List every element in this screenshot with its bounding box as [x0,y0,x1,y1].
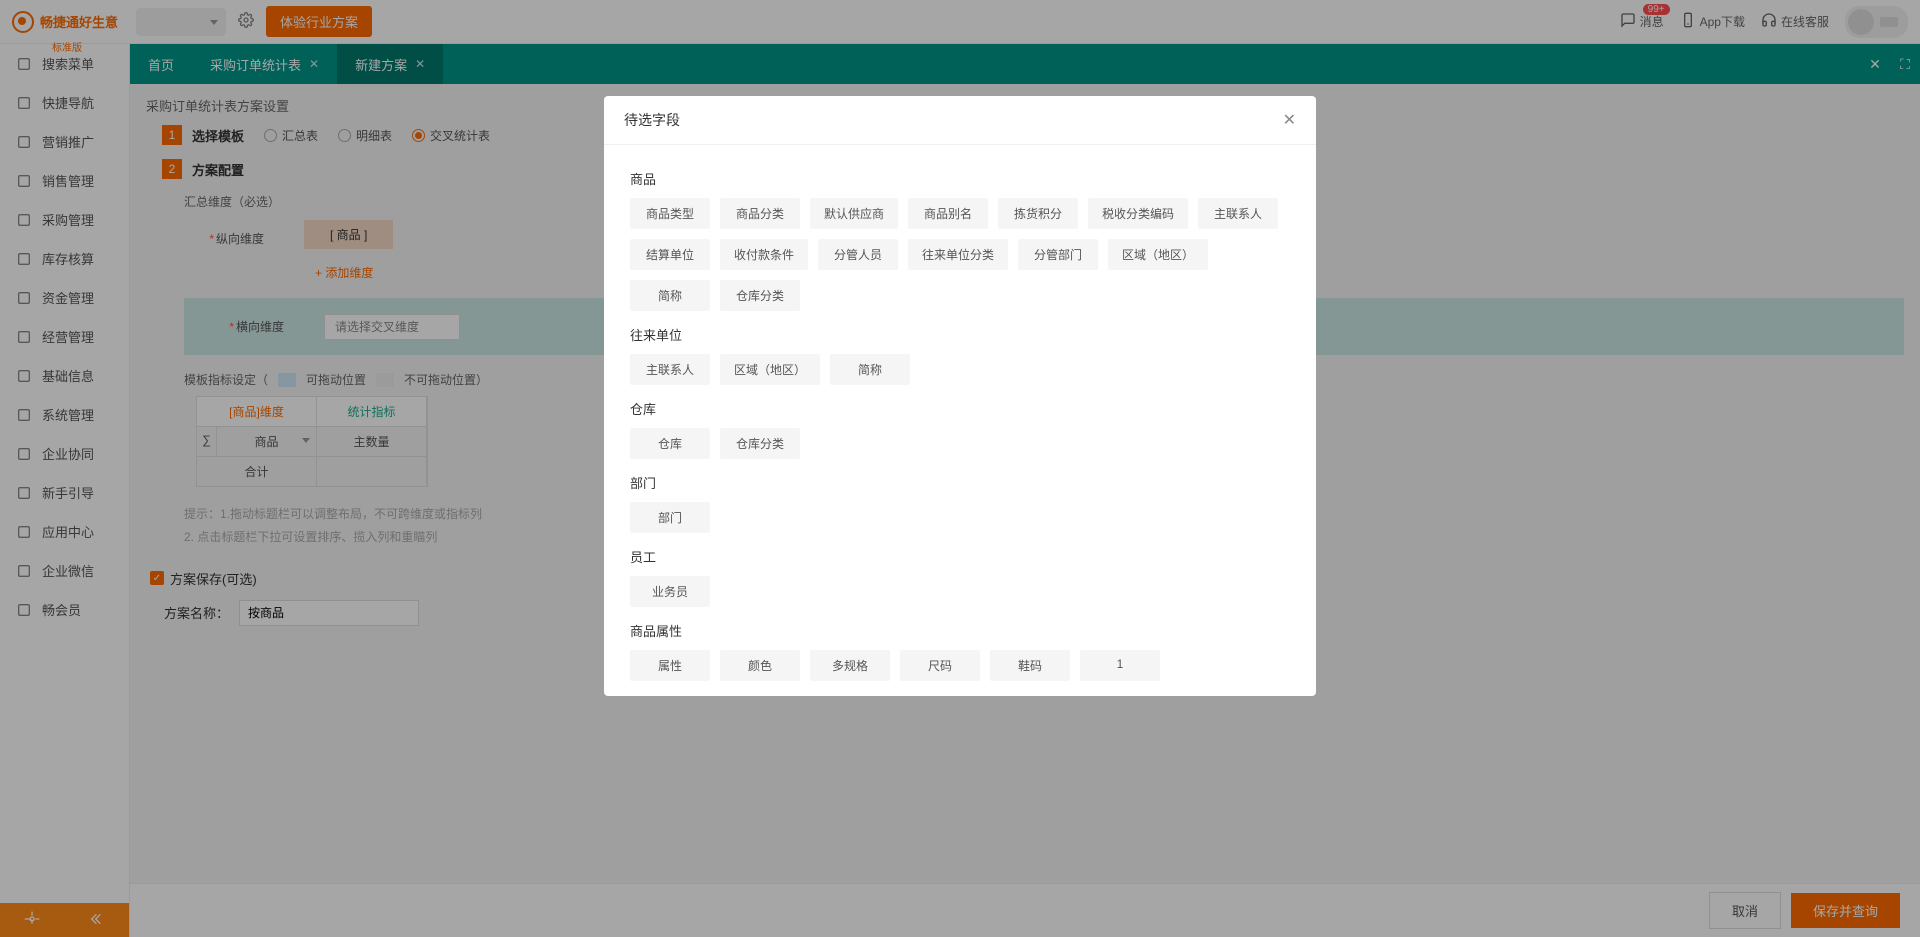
field-chip[interactable]: 结算单位 [630,239,710,270]
field-group-title: 仓库 [630,399,1290,418]
field-chip[interactable]: 颜色 [720,650,800,681]
field-chip[interactable]: 简称 [630,280,710,311]
field-chip[interactable]: 收付款条件 [720,239,808,270]
field-picker-modal: 待选字段 ✕ 商品商品类型商品分类默认供应商商品别名拣货积分税收分类编码主联系人… [604,96,1316,696]
modal-title: 待选字段 [624,110,680,130]
modal-close-button[interactable]: ✕ [1283,110,1296,130]
field-group: 商品商品类型商品分类默认供应商商品别名拣货积分税收分类编码主联系人结算单位收付款… [630,169,1290,311]
field-chip[interactable]: 默认供应商 [810,198,898,229]
field-chip[interactable]: 主联系人 [630,354,710,385]
field-group: 其它单据日期项目 [630,695,1290,696]
field-group-title: 商品属性 [630,621,1290,640]
field-chip[interactable]: 商品类型 [630,198,710,229]
field-group-title: 商品 [630,169,1290,188]
field-group: 往来单位主联系人区域（地区） 简称 [630,325,1290,385]
field-chip[interactable]: 仓库 [630,428,710,459]
field-chip[interactable]: 分管人员 [818,239,898,270]
field-chip[interactable]: 业务员 [630,576,710,607]
field-chip[interactable]: 区域（地区） [1108,239,1208,270]
field-chip[interactable]: 1 [1080,650,1160,681]
field-group-title: 部门 [630,473,1290,492]
field-chip[interactable]: 主联系人 [1198,198,1278,229]
field-group-title: 员工 [630,547,1290,566]
field-chip[interactable]: 多规格 [810,650,890,681]
field-chip[interactable]: 简称 [830,354,910,385]
field-chip[interactable]: 税收分类编码 [1088,198,1188,229]
field-chip[interactable]: 仓库分类 [720,428,800,459]
field-chip[interactable]: 部门 [630,502,710,533]
field-chip[interactable]: 拣货积分 [998,198,1078,229]
field-chip[interactable]: 尺码 [900,650,980,681]
field-group: 员工业务员 [630,547,1290,607]
field-group: 部门部门 [630,473,1290,533]
field-group-title: 其它 [630,695,1290,696]
modal-mask[interactable]: 待选字段 ✕ 商品商品类型商品分类默认供应商商品别名拣货积分税收分类编码主联系人… [0,0,1920,937]
field-chip[interactable]: 往来单位分类 [908,239,1008,270]
field-group-title: 往来单位 [630,325,1290,344]
field-chip[interactable]: 分管部门 [1018,239,1098,270]
field-chip[interactable]: 商品分类 [720,198,800,229]
field-chip[interactable]: 仓库分类 [720,280,800,311]
field-chip[interactable]: 属性 [630,650,710,681]
field-chip[interactable]: 商品别名 [908,198,988,229]
field-group: 仓库仓库仓库分类 [630,399,1290,459]
field-chip[interactable]: 鞋码 [990,650,1070,681]
field-chip[interactable]: 区域（地区） [720,354,820,385]
field-group: 商品属性属性颜色多规格尺码鞋码 1 [630,621,1290,681]
